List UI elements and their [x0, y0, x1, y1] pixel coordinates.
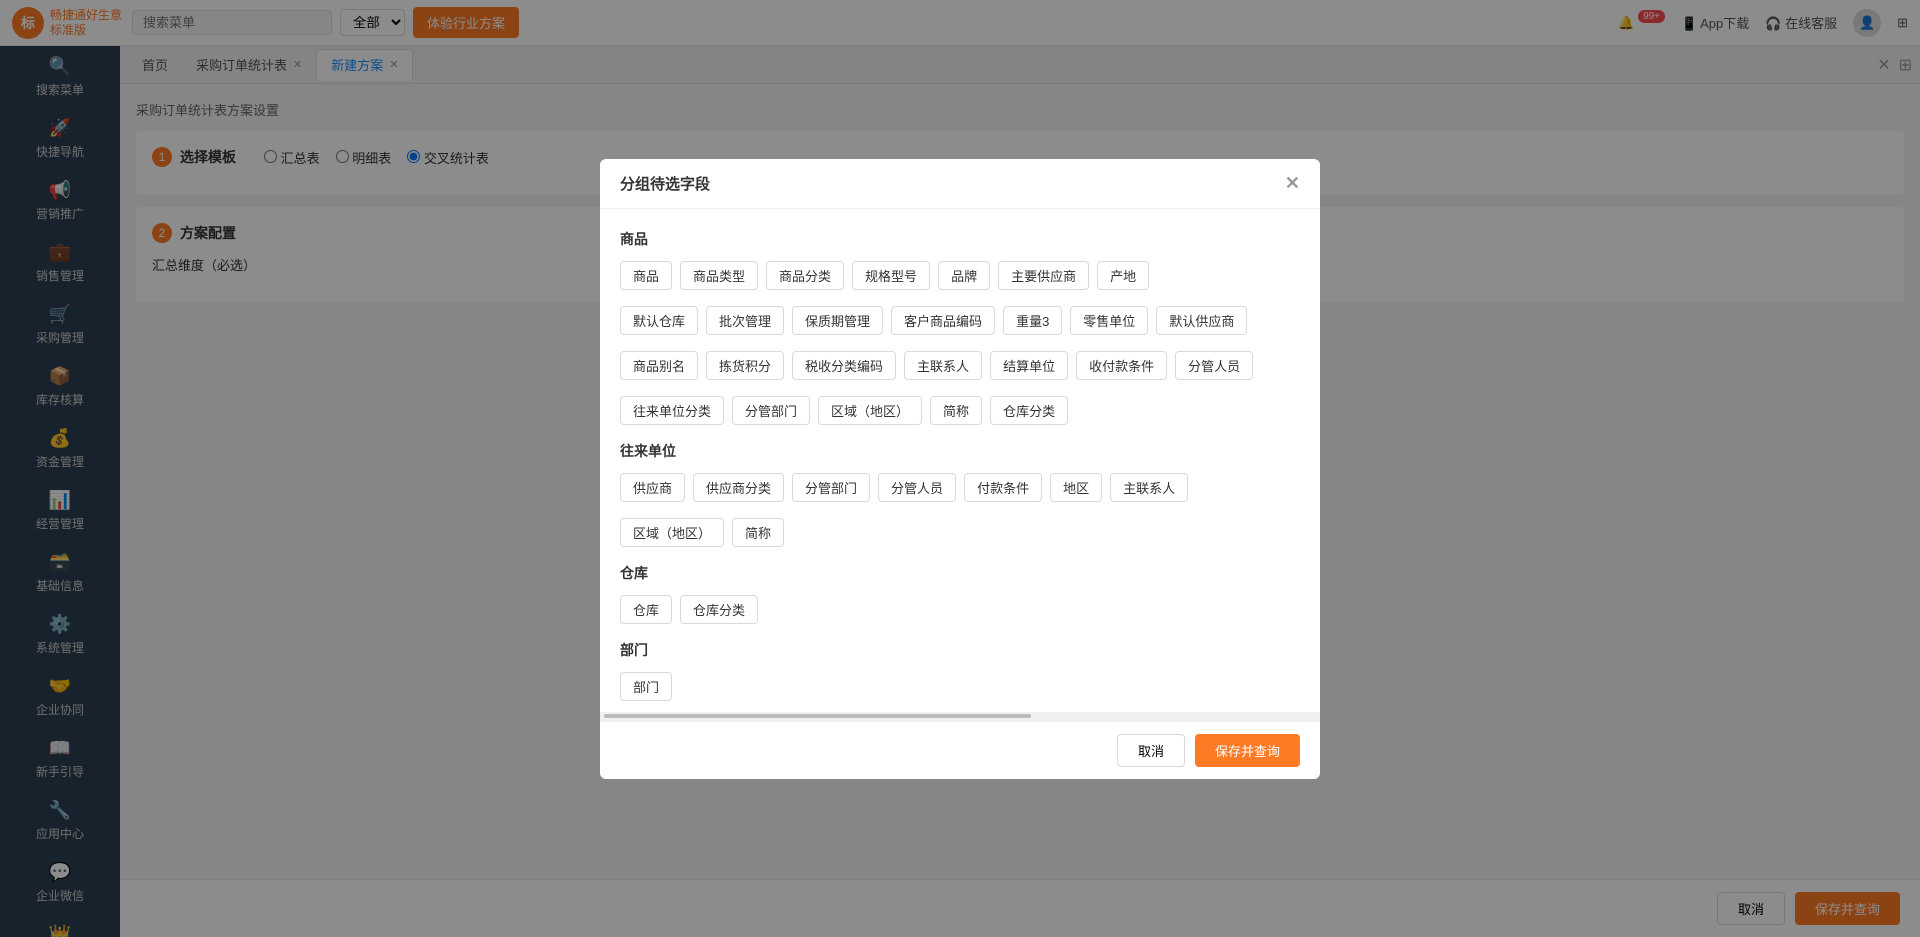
field-group-goods: 商品 商品类型 商品分类 规格型号 品牌 主要供应商 产地 [620, 261, 1300, 290]
modal-horizontal-scrollbar[interactable] [600, 712, 1320, 720]
field-group-partner-2: 区域（地区） 简称 [620, 518, 1300, 547]
field-group-warehouse: 仓库 仓库分类 [620, 595, 1300, 624]
field-partner-3[interactable]: 分管人员 [878, 473, 956, 502]
field-goods-23[interactable]: 区域（地区） [818, 396, 922, 425]
modal-footer: 取消 保存并查询 [600, 721, 1320, 779]
field-group-partner: 供应商 供应商分类 分管部门 分管人员 付款条件 地区 主联系人 [620, 473, 1300, 502]
field-goods-11[interactable]: 重量3 [1003, 306, 1062, 335]
field-goods-4[interactable]: 品牌 [938, 261, 990, 290]
field-goods-18[interactable]: 结算单位 [990, 351, 1068, 380]
field-goods-2[interactable]: 商品分类 [766, 261, 844, 290]
field-goods-21[interactable]: 往来单位分类 [620, 396, 724, 425]
field-goods-19[interactable]: 收付款条件 [1076, 351, 1167, 380]
field-goods-3[interactable]: 规格型号 [852, 261, 930, 290]
field-goods-13[interactable]: 默认供应商 [1156, 306, 1247, 335]
field-goods-17[interactable]: 主联系人 [904, 351, 982, 380]
field-goods-14[interactable]: 商品别名 [620, 351, 698, 380]
field-goods-12[interactable]: 零售单位 [1070, 306, 1148, 335]
field-group-department: 部门 [620, 672, 1300, 701]
field-goods-7[interactable]: 默认仓库 [620, 306, 698, 335]
modal-close-button[interactable]: ✕ [1285, 173, 1300, 194]
modal-title: 分组待选字段 [620, 173, 710, 194]
field-goods-25[interactable]: 仓库分类 [990, 396, 1068, 425]
field-partner-0[interactable]: 供应商 [620, 473, 685, 502]
field-select-modal: 分组待选字段 ✕ 商品 商品 商品类型 商品分类 规格型号 品牌 主要供应商 产… [600, 159, 1320, 779]
field-partner-2[interactable]: 分管部门 [792, 473, 870, 502]
modal-confirm-button[interactable]: 保存并查询 [1195, 734, 1300, 767]
field-goods-6[interactable]: 产地 [1097, 261, 1149, 290]
field-goods-15[interactable]: 拣货积分 [706, 351, 784, 380]
modal-body[interactable]: 商品 商品 商品类型 商品分类 规格型号 品牌 主要供应商 产地 默认仓库 批次… [600, 209, 1320, 713]
field-goods-16[interactable]: 税收分类编码 [792, 351, 896, 380]
section-title-partner: 往来单位 [620, 441, 1300, 461]
field-goods-24[interactable]: 简称 [930, 396, 982, 425]
scrollbar-thumb[interactable] [604, 714, 1031, 718]
modal-overlay: 分组待选字段 ✕ 商品 商品 商品类型 商品分类 规格型号 品牌 主要供应商 产… [0, 0, 1920, 937]
field-warehouse-0[interactable]: 仓库 [620, 595, 672, 624]
section-title-goods: 商品 [620, 229, 1300, 249]
field-goods-20[interactable]: 分管人员 [1175, 351, 1253, 380]
section-title-warehouse: 仓库 [620, 563, 1300, 583]
field-partner-6[interactable]: 主联系人 [1110, 473, 1188, 502]
field-department-0[interactable]: 部门 [620, 672, 672, 701]
field-group-goods-3: 商品别名 拣货积分 税收分类编码 主联系人 结算单位 收付款条件 分管人员 [620, 351, 1300, 380]
field-goods-9[interactable]: 保质期管理 [792, 306, 883, 335]
field-group-goods-4: 往来单位分类 分管部门 区域（地区） 简称 仓库分类 [620, 396, 1300, 425]
section-title-department: 部门 [620, 640, 1300, 660]
modal-cancel-button[interactable]: 取消 [1117, 734, 1185, 767]
modal-header: 分组待选字段 ✕ [600, 159, 1320, 209]
field-partner-7[interactable]: 区域（地区） [620, 518, 724, 547]
field-partner-1[interactable]: 供应商分类 [693, 473, 784, 502]
field-goods-8[interactable]: 批次管理 [706, 306, 784, 335]
field-goods-10[interactable]: 客户商品编码 [891, 306, 995, 335]
field-partner-8[interactable]: 简称 [732, 518, 784, 547]
field-warehouse-1[interactable]: 仓库分类 [680, 595, 758, 624]
field-goods-5[interactable]: 主要供应商 [998, 261, 1089, 290]
field-goods-22[interactable]: 分管部门 [732, 396, 810, 425]
field-partner-5[interactable]: 地区 [1050, 473, 1102, 502]
field-goods-0[interactable]: 商品 [620, 261, 672, 290]
field-group-goods-2: 默认仓库 批次管理 保质期管理 客户商品编码 重量3 零售单位 默认供应商 [620, 306, 1300, 335]
field-goods-1[interactable]: 商品类型 [680, 261, 758, 290]
field-partner-4[interactable]: 付款条件 [964, 473, 1042, 502]
